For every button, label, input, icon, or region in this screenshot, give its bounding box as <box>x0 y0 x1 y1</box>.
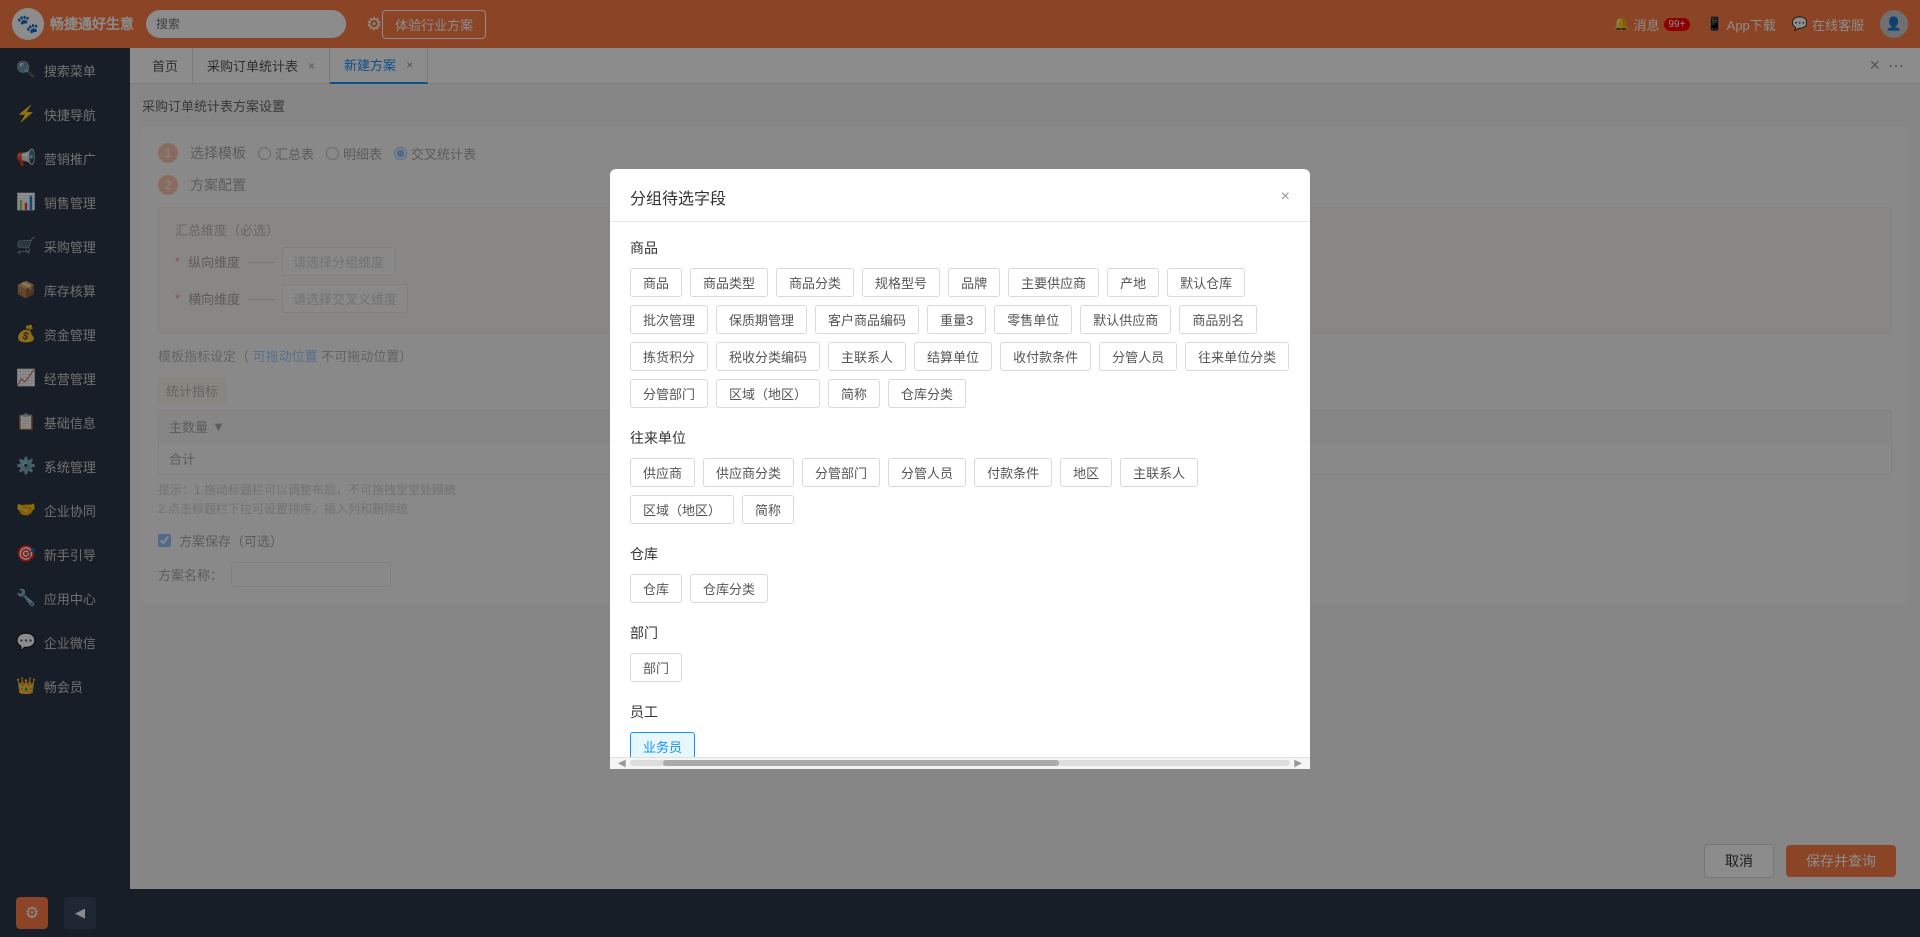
field-tag-employee[interactable]: 业务员 <box>630 732 695 757</box>
field-tag[interactable]: 默认仓库 <box>1167 268 1245 297</box>
field-tag[interactable]: 结算单位 <box>914 342 992 371</box>
section-product: 商品 商品 商品类型 商品分类 规格型号 品牌 主要供应商 产地 默认仓库 批次… <box>630 238 1290 408</box>
field-tag[interactable]: 收付款条件 <box>1000 342 1091 371</box>
field-tag[interactable]: 商品分类 <box>776 268 854 297</box>
section-partner-title: 往来单位 <box>630 428 1290 448</box>
field-tag[interactable]: 主联系人 <box>828 342 906 371</box>
modal-header: 分组待选字段 × <box>610 169 1310 222</box>
field-tag[interactable]: 分管人员 <box>888 458 966 487</box>
field-tag[interactable]: 保质期管理 <box>716 305 807 334</box>
field-tag[interactable]: 地区 <box>1060 458 1112 487</box>
field-tag[interactable]: 零售单位 <box>994 305 1072 334</box>
section-partner: 往来单位 供应商 供应商分类 分管部门 分管人员 付款条件 地区 主联系人 区域… <box>630 428 1290 524</box>
modal-title: 分组待选字段 <box>630 185 726 209</box>
field-tag[interactable]: 分管部门 <box>630 379 708 408</box>
section-warehouse-fields: 仓库 仓库分类 <box>630 574 1290 603</box>
field-tag[interactable]: 主联系人 <box>1120 458 1198 487</box>
section-product-title: 商品 <box>630 238 1290 258</box>
section-department-title: 部门 <box>630 623 1290 643</box>
scroll-left-arrow[interactable]: ◀ <box>614 758 630 769</box>
field-tag[interactable]: 供应商分类 <box>703 458 794 487</box>
section-warehouse: 仓库 仓库 仓库分类 <box>630 544 1290 603</box>
field-tag[interactable]: 仓库 <box>630 574 682 603</box>
modal-dialog: 分组待选字段 × 商品 商品 商品类型 商品分类 规格型号 品牌 主要供应商 产… <box>610 169 1310 769</box>
scroll-thumb <box>663 760 1059 766</box>
field-tag[interactable]: 商品类型 <box>690 268 768 297</box>
section-department: 部门 部门 <box>630 623 1290 682</box>
field-tag[interactable]: 主要供应商 <box>1008 268 1099 297</box>
field-tag[interactable]: 批次管理 <box>630 305 708 334</box>
field-tag[interactable]: 供应商 <box>630 458 695 487</box>
field-tag[interactable]: 付款条件 <box>974 458 1052 487</box>
field-tag[interactable]: 税收分类编码 <box>716 342 820 371</box>
modal-bottom-scrollbar[interactable]: ◀ ▶ <box>610 757 1310 769</box>
field-tag[interactable]: 区域（地区） <box>630 495 734 524</box>
field-tag[interactable]: 分管部门 <box>802 458 880 487</box>
field-tag[interactable]: 仓库分类 <box>690 574 768 603</box>
field-tag[interactable]: 简称 <box>742 495 794 524</box>
section-employee: 员工 业务员 <box>630 702 1290 757</box>
field-tag[interactable]: 分管人员 <box>1099 342 1177 371</box>
field-tag[interactable]: 商品 <box>630 268 682 297</box>
field-tag[interactable]: 拣货积分 <box>630 342 708 371</box>
field-tag[interactable]: 商品别名 <box>1179 305 1257 334</box>
modal-body: 商品 商品 商品类型 商品分类 规格型号 品牌 主要供应商 产地 默认仓库 批次… <box>610 222 1310 757</box>
section-partner-fields: 供应商 供应商分类 分管部门 分管人员 付款条件 地区 主联系人 区域（地区） … <box>630 458 1290 524</box>
scroll-track <box>630 760 1291 766</box>
section-product-fields: 商品 商品类型 商品分类 规格型号 品牌 主要供应商 产地 默认仓库 批次管理 … <box>630 268 1290 408</box>
section-warehouse-title: 仓库 <box>630 544 1290 564</box>
section-employee-fields: 业务员 <box>630 732 1290 757</box>
field-tag[interactable]: 客户商品编码 <box>815 305 919 334</box>
field-tag[interactable]: 仓库分类 <box>888 379 966 408</box>
field-tag[interactable]: 规格型号 <box>862 268 940 297</box>
field-tag[interactable]: 品牌 <box>948 268 1000 297</box>
modal-close-button[interactable]: × <box>1281 189 1290 205</box>
field-tag[interactable]: 简称 <box>828 379 880 408</box>
scroll-right-arrow[interactable]: ▶ <box>1290 758 1306 769</box>
field-tag[interactable]: 重量3 <box>927 305 986 334</box>
field-tag[interactable]: 产地 <box>1107 268 1159 297</box>
modal-overlay: 分组待选字段 × 商品 商品 商品类型 商品分类 规格型号 品牌 主要供应商 产… <box>0 0 1920 937</box>
field-tag[interactable]: 往来单位分类 <box>1185 342 1289 371</box>
field-tag[interactable]: 区域（地区） <box>716 379 820 408</box>
field-tag[interactable]: 部门 <box>630 653 682 682</box>
field-tag[interactable]: 默认供应商 <box>1080 305 1171 334</box>
section-department-fields: 部门 <box>630 653 1290 682</box>
section-employee-title: 员工 <box>630 702 1290 722</box>
